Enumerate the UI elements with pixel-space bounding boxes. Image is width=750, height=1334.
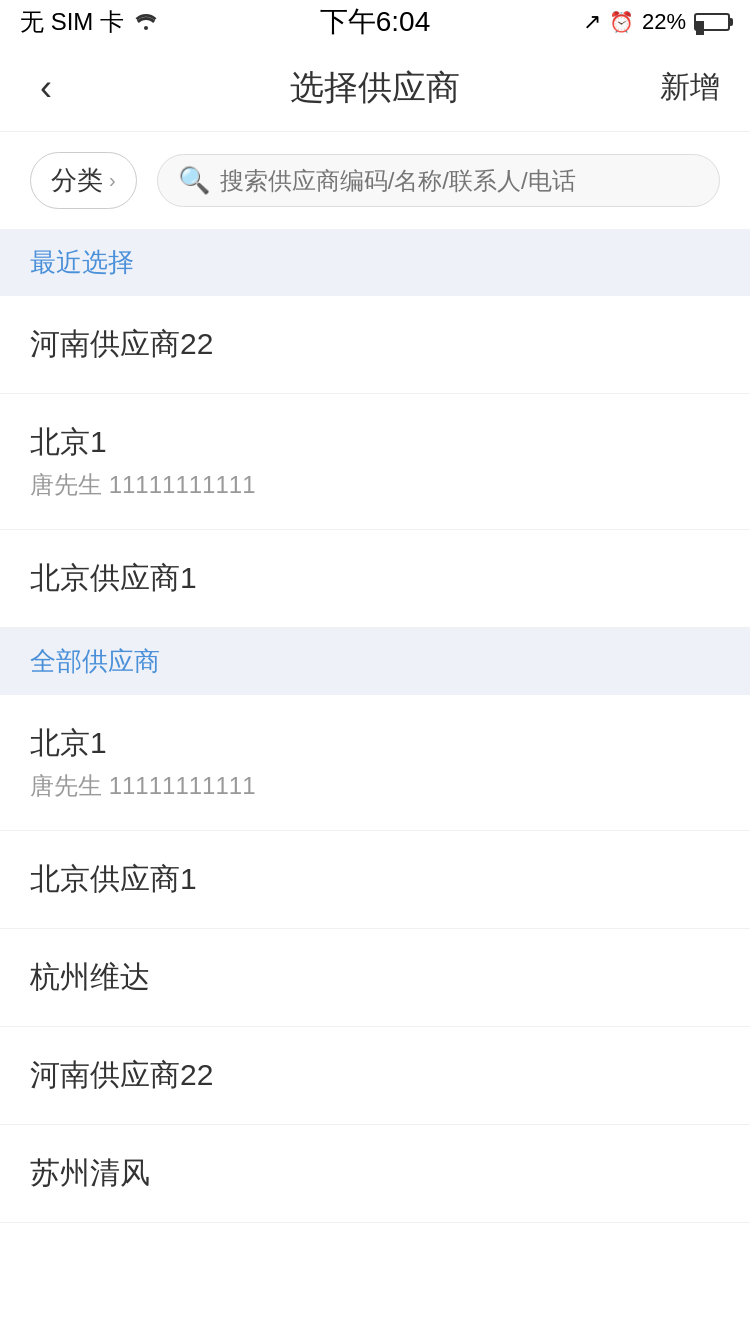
item-name: 北京供应商1: [30, 558, 720, 599]
list-item[interactable]: 北京1 唐先生 11111111111: [0, 394, 750, 530]
status-time: 下午6:04: [320, 3, 431, 41]
recent-section-label: 最近选择: [30, 247, 134, 277]
battery-icon: [694, 13, 730, 31]
list-item[interactable]: 河南供应商22: [0, 296, 750, 394]
all-section-label: 全部供应商: [30, 646, 160, 676]
item-name: 苏州清风: [30, 1153, 720, 1194]
item-name: 北京1: [30, 723, 720, 764]
category-label: 分类: [51, 163, 103, 198]
search-icon: 🔍: [178, 165, 210, 196]
status-right: ↗ ⏰ 22%: [583, 9, 730, 35]
recent-list: 河南供应商22 北京1 唐先生 11111111111 北京供应商1: [0, 296, 750, 628]
recent-section-header: 最近选择: [0, 229, 750, 296]
search-input[interactable]: [220, 167, 699, 195]
status-left: 无 SIM 卡: [20, 6, 160, 38]
item-name: 河南供应商22: [30, 1055, 720, 1096]
item-name: 河南供应商22: [30, 324, 720, 365]
search-bar: 🔍: [157, 154, 720, 207]
alarm-icon: ⏰: [609, 10, 634, 34]
battery-text: 22%: [642, 9, 686, 35]
item-name: 北京供应商1: [30, 859, 720, 900]
all-list: 北京1 唐先生 11111111111 北京供应商1 杭州维达 河南供应商22 苏…: [0, 695, 750, 1223]
carrier-text: 无 SIM 卡: [20, 6, 124, 38]
item-sub: 唐先生 11111111111: [30, 469, 720, 501]
add-button[interactable]: 新增: [660, 67, 720, 108]
chevron-right-icon: ›: [109, 169, 116, 192]
page-title: 选择供应商: [290, 65, 460, 111]
back-button[interactable]: ‹: [30, 57, 62, 119]
list-item[interactable]: 河南供应商22: [0, 1027, 750, 1125]
item-name: 杭州维达: [30, 957, 720, 998]
wifi-icon: [132, 8, 160, 36]
list-item[interactable]: 北京供应商1: [0, 530, 750, 628]
category-filter-button[interactable]: 分类 ›: [30, 152, 137, 209]
list-item[interactable]: 北京供应商1: [0, 831, 750, 929]
filter-row: 分类 › 🔍: [0, 132, 750, 229]
item-name: 北京1: [30, 422, 720, 463]
location-icon: ↗: [583, 9, 601, 35]
item-sub: 唐先生 11111111111: [30, 770, 720, 802]
all-section-header: 全部供应商: [0, 628, 750, 695]
nav-bar: ‹ 选择供应商 新增: [0, 44, 750, 132]
status-bar: 无 SIM 卡 下午6:04 ↗ ⏰ 22%: [0, 0, 750, 44]
list-item[interactable]: 苏州清风: [0, 1125, 750, 1223]
list-item[interactable]: 北京1 唐先生 11111111111: [0, 695, 750, 831]
list-item[interactable]: 杭州维达: [0, 929, 750, 1027]
